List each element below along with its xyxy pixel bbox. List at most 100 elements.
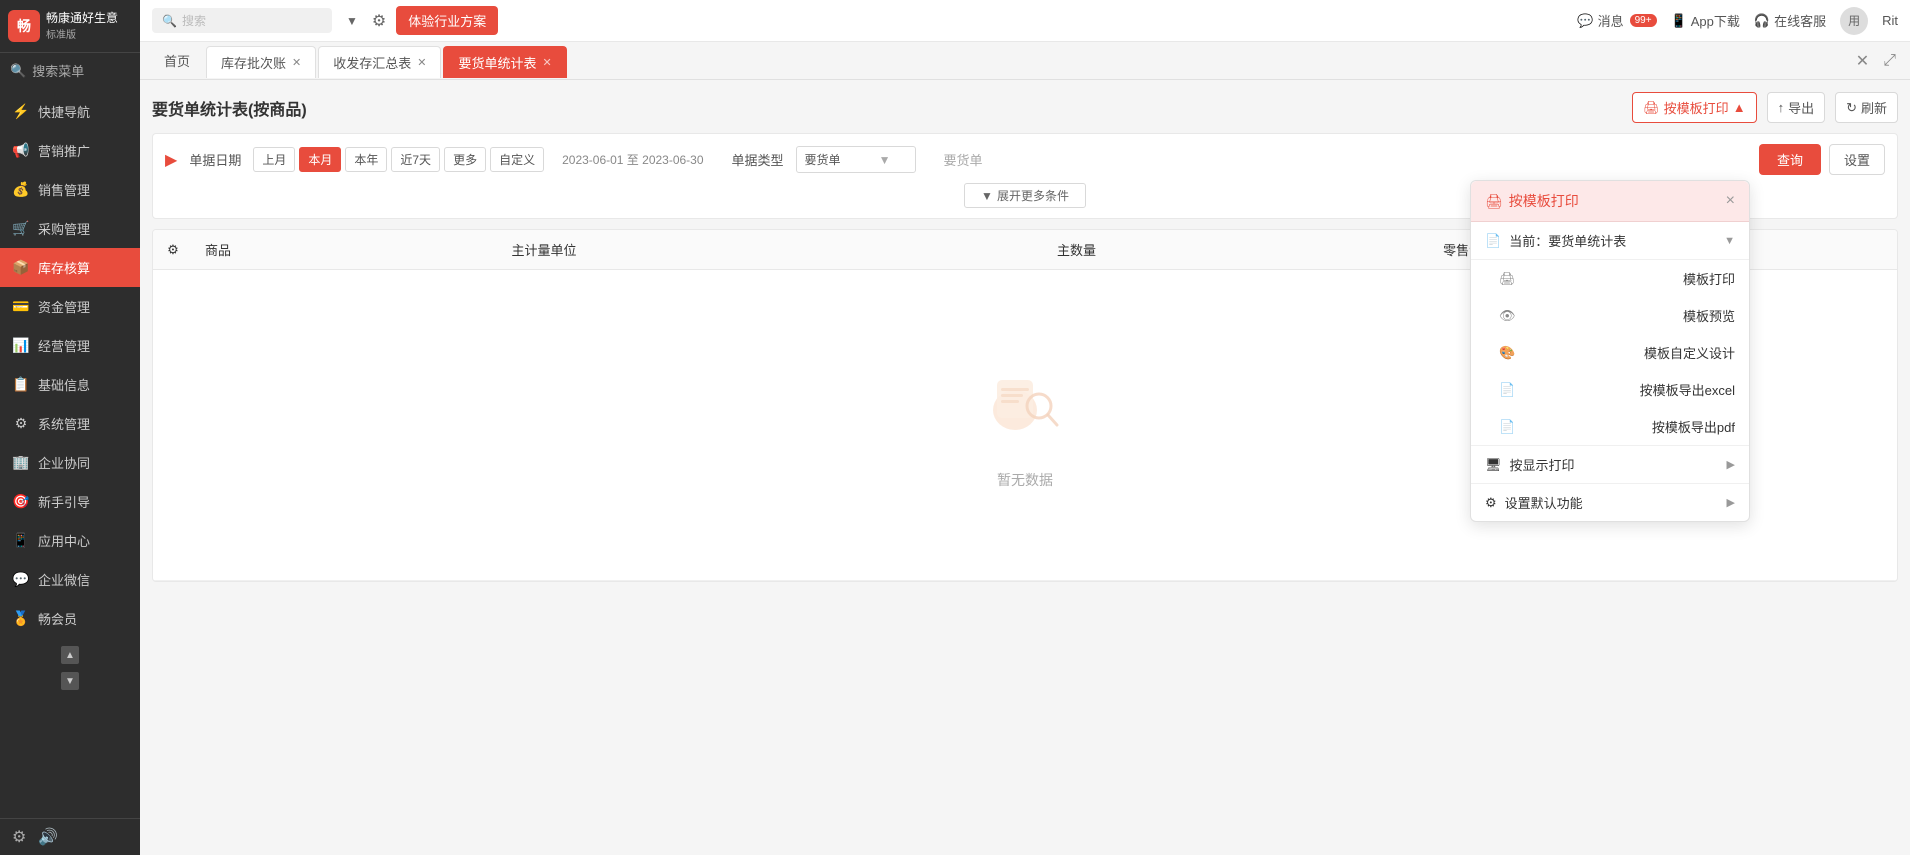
tab-inventory-batch[interactable]: 库存批次账 ✕ [206, 46, 316, 78]
sidebar-icon-purchase: 🛒 [12, 220, 30, 237]
sidebar-item-appstore[interactable]: 📱 应用中心 [0, 521, 140, 560]
sidebar-label-member: 畅会员 [38, 609, 77, 628]
dropdown-item-template-preview[interactable]: 👁 模板预览 [1471, 297, 1749, 334]
trial-btn[interactable]: 体验行业方案 [396, 6, 498, 35]
tab-home[interactable]: 首页 [150, 45, 204, 76]
display-print-chevron: ▶ [1727, 458, 1735, 471]
tab-receivables[interactable]: 收发存汇总表 ✕ [318, 46, 441, 78]
dropdown-items-section: 🖨 模板打印 👁 模板预览 🎨 模板自定义设计 📄 按模板导出excel 📄 按… [1471, 260, 1749, 446]
tab-bar: 首页 库存批次账 ✕ 收发存汇总表 ✕ 要货单统计表 ✕ ✕ ⤢ [140, 42, 1910, 80]
message-badge: 99+ [1630, 14, 1657, 27]
item-icon-template-pdf: 📄 [1499, 419, 1515, 435]
sidebar-item-inventory[interactable]: 📦 库存核算 [0, 248, 140, 287]
sidebar-label-inventory: 库存核算 [38, 258, 90, 277]
filter-settings-btn[interactable]: 设置 [1829, 144, 1885, 175]
search-btn[interactable]: 查询 [1759, 144, 1821, 175]
sidebar-icon-system: ⚙ [12, 415, 30, 432]
dropdown-item-template-custom[interactable]: 🎨 模板自定义设计 [1471, 334, 1749, 371]
content-area: 要货单统计表(按商品) 🖨 按模板打印 ▲ ↑ 导出 ↻ 刷新 [140, 80, 1910, 855]
window-controls: ✕ ⤢ [1852, 47, 1900, 75]
date-btn-4[interactable]: 更多 [444, 147, 486, 172]
search-bar-icon: 🔍 [162, 14, 177, 28]
type-select[interactable]: 要货单 ▼ [796, 146, 916, 173]
tab-close-order-stats[interactable]: ✕ [543, 56, 552, 69]
item-label-template-custom: 模板自定义设计 [1644, 343, 1735, 362]
sidebar-icon-operations: 📊 [12, 337, 30, 354]
sidebar-item-marketing[interactable]: 📢 营销推广 [0, 131, 140, 170]
dropdown-close-btn[interactable]: × [1726, 192, 1735, 210]
user-avatar[interactable]: 用 [1840, 7, 1868, 35]
sidebar-item-quick-nav[interactable]: ⚡ 快捷导航 [0, 92, 140, 131]
sidebar-settings-icon[interactable]: ⚙ [12, 827, 26, 847]
sidebar-item-finance[interactable]: 💳 资金管理 [0, 287, 140, 326]
sidebar-logo: 畅 畅康通好生意 标准版 [0, 0, 140, 53]
sidebar-item-operations[interactable]: 📊 经营管理 [0, 326, 140, 365]
set-default-item[interactable]: ⚙ 设置默认功能 ▶ [1471, 484, 1749, 521]
export-btn[interactable]: ↑ 导出 [1767, 92, 1826, 123]
logo-tag: 标准版 [46, 26, 118, 41]
sidebar-item-basic[interactable]: 📋 基础信息 [0, 365, 140, 404]
header-nav-arrow[interactable]: ▼ [342, 10, 362, 32]
sidebar-scroll-up[interactable]: ▲ [61, 646, 79, 664]
sidebar-search[interactable]: 🔍 搜索菜单 [0, 53, 140, 88]
header-app-download[interactable]: 📱 App下载 [1671, 11, 1740, 30]
display-print-icon: 🖥 [1485, 457, 1502, 473]
window-maximize-btn[interactable]: ⤢ [1879, 48, 1900, 74]
item-icon-template-custom: 🎨 [1499, 345, 1515, 361]
sidebar-label-finance: 资金管理 [38, 297, 90, 316]
dropdown-item-template-print[interactable]: 🖨 模板打印 [1471, 260, 1749, 297]
sidebar-item-enterprise[interactable]: 🏢 企业协同 [0, 443, 140, 482]
sidebar-label-basic: 基础信息 [38, 375, 90, 394]
page-title: 要货单统计表(按商品) [152, 96, 307, 120]
refresh-icon: ↻ [1846, 100, 1857, 116]
header-message[interactable]: 💬 消息 99+ [1577, 11, 1656, 30]
dropdown-print-icon: 🖨 [1485, 193, 1503, 210]
sidebar-label-guide: 新手引导 [38, 492, 90, 511]
refresh-btn[interactable]: ↻ 刷新 [1835, 92, 1898, 123]
print-chevron-up: ▲ [1733, 100, 1746, 115]
current-template-chevron: ▼ [1724, 235, 1735, 247]
service-icon: 🎧 [1754, 13, 1770, 29]
header-search-bar[interactable]: 🔍 搜索 [152, 8, 332, 33]
date-btn-5[interactable]: 自定义 [490, 147, 544, 172]
expand-conditions-btn[interactable]: ▼ 展开更多条件 [964, 183, 1086, 208]
header-customer-service[interactable]: 🎧 在线客服 [1754, 11, 1826, 30]
date-btn-2[interactable]: 本年 [345, 147, 387, 172]
date-btn-3[interactable]: 近7天 [391, 147, 440, 172]
tab-order-stats[interactable]: 要货单统计表 ✕ [443, 46, 566, 78]
sidebar-icon-member: 🏅 [12, 610, 30, 627]
sidebar-audio-icon[interactable]: 🔊 [38, 827, 58, 847]
sidebar-item-guide[interactable]: 🎯 新手引导 [0, 482, 140, 521]
message-icon: 💬 [1577, 13, 1593, 29]
tab-close-inventory-batch[interactable]: ✕ [292, 56, 301, 69]
sidebar-item-wechat[interactable]: 💬 企业微信 [0, 560, 140, 599]
logo-icon: 畅 [8, 10, 40, 42]
current-template-item[interactable]: 📄 当前：要货单统计表 ▼ [1471, 222, 1749, 259]
sidebar-item-member[interactable]: 🏅 畅会员 [0, 599, 140, 638]
set-default-chevron: ▶ [1727, 496, 1735, 509]
window-close-btn[interactable]: ✕ [1852, 47, 1873, 75]
logo-name: 畅康通好生意 [46, 11, 118, 27]
sidebar-icon-finance: 💳 [12, 298, 30, 315]
sidebar-label-operations: 经营管理 [38, 336, 90, 355]
main-area: 🔍 搜索 ▼ ⚙ 体验行业方案 💬 消息 99+ 📱 App下载 🎧 在线客服 [140, 0, 1910, 855]
sidebar-label-enterprise: 企业协同 [38, 453, 90, 472]
select-chevron: ▼ [879, 153, 891, 167]
print-template-btn[interactable]: 🖨 按模板打印 ▲ [1632, 92, 1756, 123]
dropdown-item-template-pdf[interactable]: 📄 按模板导出pdf [1471, 408, 1749, 445]
sidebar-item-system[interactable]: ⚙ 系统管理 [0, 404, 140, 443]
filter-expand-arrow[interactable]: ▶ [165, 150, 177, 170]
sidebar-bottom: ⚙ 🔊 [0, 818, 140, 855]
sidebar-scroll-down[interactable]: ▼ [61, 672, 79, 690]
display-print-item[interactable]: 🖥 按显示打印 ▶ [1471, 446, 1749, 483]
col-header-settings[interactable]: ⚙ [153, 230, 193, 270]
sidebar-item-sales[interactable]: 💰 销售管理 [0, 170, 140, 209]
dropdown-item-template-excel[interactable]: 📄 按模板导出excel [1471, 371, 1749, 408]
date-btn-0[interactable]: 上月 [253, 147, 295, 172]
header-settings-btn[interactable]: ⚙ [372, 11, 386, 31]
sidebar-label-marketing: 营销推广 [38, 141, 90, 160]
goods-filter-area: 要货单 [944, 150, 983, 169]
sidebar-item-purchase[interactable]: 🛒 采购管理 [0, 209, 140, 248]
date-btn-1[interactable]: 本月 [299, 147, 341, 172]
tab-close-receivables[interactable]: ✕ [417, 56, 426, 69]
